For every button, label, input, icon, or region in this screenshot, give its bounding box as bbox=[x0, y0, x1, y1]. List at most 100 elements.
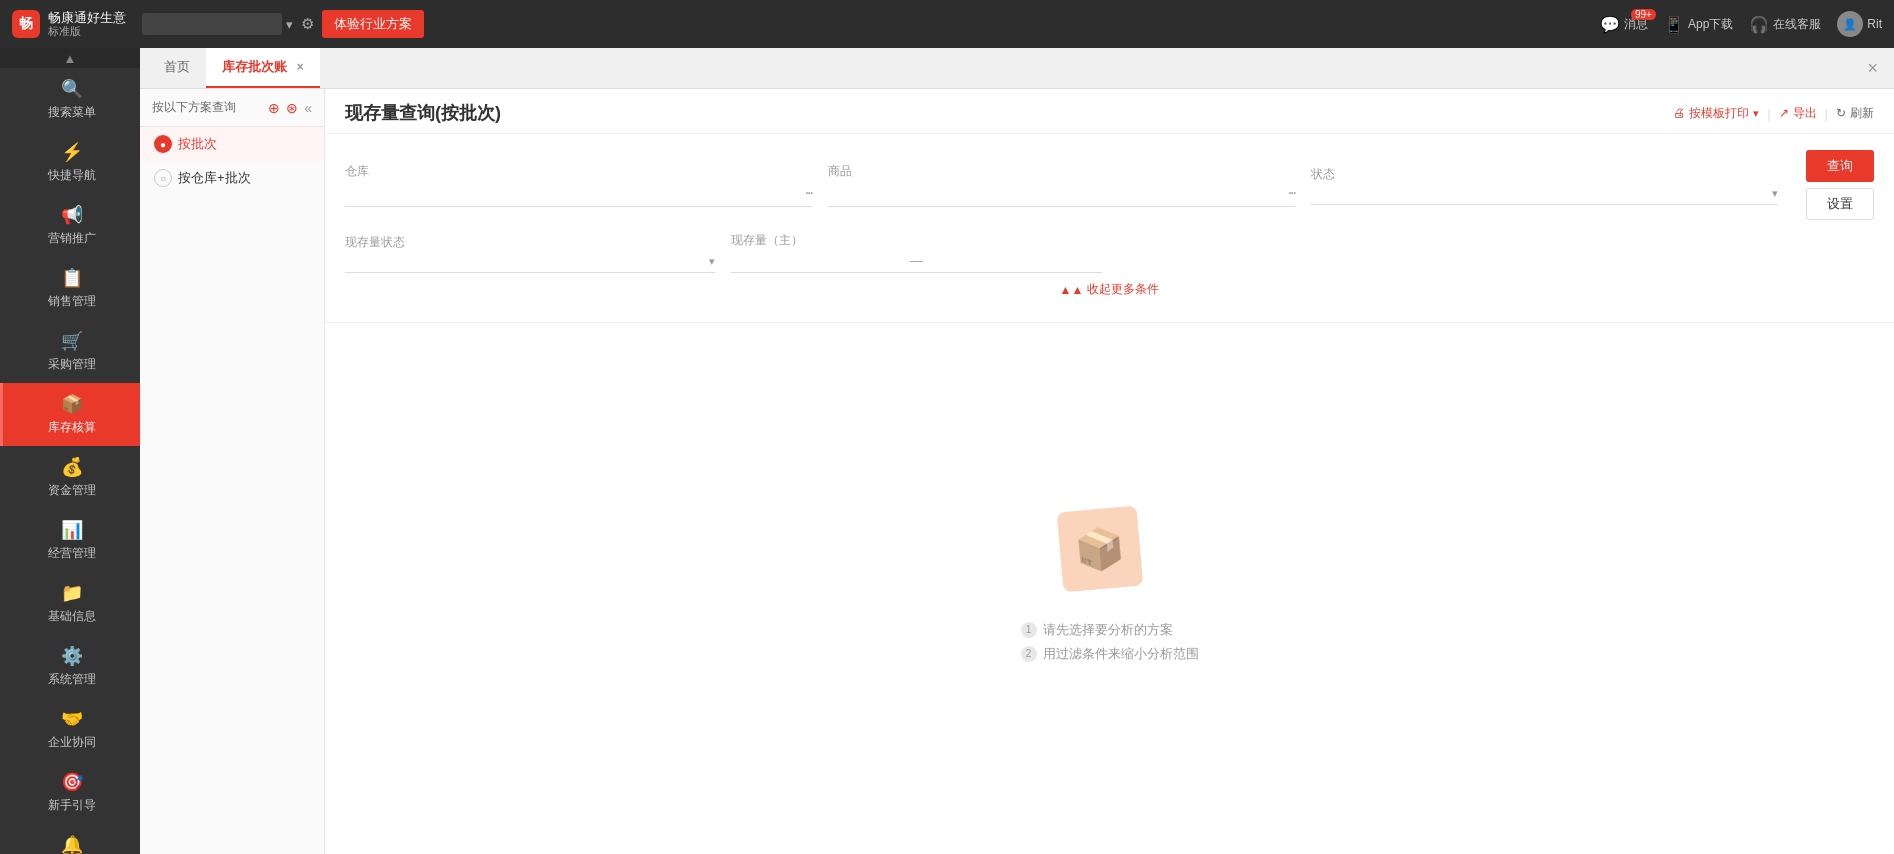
sidebar-item-basics[interactable]: 📁 基础信息 bbox=[0, 572, 140, 635]
app-download-label: App下载 bbox=[1688, 16, 1733, 33]
print-icon: 🖨 bbox=[1673, 106, 1685, 120]
scheme-by-batch[interactable]: ● 按批次 bbox=[140, 127, 324, 161]
inv-status-chevron-icon[interactable]: ▾ bbox=[709, 255, 715, 268]
marketing-icon: 📢 bbox=[61, 204, 83, 226]
search-chevron-icon[interactable]: ▾ bbox=[286, 17, 293, 32]
sidebar-label-purchase: 采购管理 bbox=[48, 356, 96, 373]
status-label: 状态 bbox=[1311, 166, 1778, 183]
topbar: 畅 畅康通好生意 标准版 ▾ ⚙ 体验行业方案 💬 消息 99+ 📱 App下载… bbox=[0, 0, 1894, 48]
experience-btn[interactable]: 体验行业方案 bbox=[322, 10, 424, 38]
sidebar-item-quick-nav[interactable]: ⚡ 快捷导航 bbox=[0, 131, 140, 194]
empty-step-2: 2 用过滤条件来缩小分析范围 bbox=[1021, 645, 1199, 663]
message-icon: 💬 bbox=[1600, 15, 1620, 34]
sidebar-item-app-center[interactable]: 🔔 应用中心 bbox=[0, 824, 140, 854]
empty-box-icon: 📦 bbox=[1056, 505, 1143, 592]
status-filter: 状态 ▾ bbox=[1311, 166, 1778, 205]
tab-close-icon[interactable]: × bbox=[297, 60, 304, 74]
sidebar-item-operations[interactable]: 📊 经营管理 bbox=[0, 509, 140, 572]
user-area[interactable]: 👤 Rit bbox=[1837, 11, 1882, 37]
scheme-by-batch-label: 按批次 bbox=[178, 135, 217, 153]
page-content: 按以下方案查询 ⊕ ⊛ « ● 按批次 ○ 按仓库+批次 bbox=[140, 89, 1894, 854]
main-layout: ▲ 🔍 搜索菜单 ⚡ 快捷导航 📢 营销推广 📋 销售管理 🛒 采购管理 bbox=[0, 48, 1894, 854]
topbar-right: 💬 消息 99+ 📱 App下载 🎧 在线客服 👤 Rit bbox=[1600, 11, 1882, 37]
avatar: 👤 bbox=[1837, 11, 1863, 37]
sidebar-scroll-up[interactable]: ▲ bbox=[0, 48, 140, 68]
print-btn[interactable]: 🖨 按模板打印 ▾ bbox=[1673, 105, 1759, 122]
collapse-up-icon: ▲▲ bbox=[1060, 283, 1084, 297]
app-center-icon: 🔔 bbox=[61, 834, 83, 854]
system-icon: ⚙️ bbox=[61, 645, 83, 667]
left-panel-header: 按以下方案查询 ⊕ ⊛ « bbox=[140, 89, 324, 127]
collapse-filters-btn[interactable]: ▲▲ 收起更多条件 bbox=[345, 273, 1874, 306]
tab-close-all-icon[interactable]: × bbox=[1859, 58, 1886, 79]
action-buttons: 查询 设置 bbox=[1806, 150, 1874, 220]
product-filter: 商品 ··· bbox=[828, 163, 1295, 207]
sidebar-item-search-menu[interactable]: 🔍 搜索菜单 bbox=[0, 68, 140, 131]
sidebar-item-purchase[interactable]: 🛒 采购管理 bbox=[0, 320, 140, 383]
filter-area: 仓库 ··· 商品 ··· bbox=[325, 134, 1894, 323]
online-service-label: 在线客服 bbox=[1773, 16, 1821, 33]
scheme-by-warehouse-batch[interactable]: ○ 按仓库+批次 bbox=[140, 161, 324, 195]
sidebar-item-marketing[interactable]: 📢 营销推广 bbox=[0, 194, 140, 257]
quick-nav-icon: ⚡ bbox=[61, 141, 83, 163]
settings-button[interactable]: 设置 bbox=[1806, 188, 1874, 220]
refresh-btn[interactable]: ↻ 刷新 bbox=[1836, 105, 1874, 122]
tab-home[interactable]: 首页 bbox=[148, 48, 206, 88]
sidebar-label-enterprise: 企业协同 bbox=[48, 734, 96, 751]
content-area: 首页 库存批次账 × × 按以下方案查询 ⊕ ⊛ « bbox=[140, 48, 1894, 854]
print-chevron-icon: ▾ bbox=[1753, 107, 1759, 120]
product-input[interactable] bbox=[828, 186, 1284, 201]
product-label: 商品 bbox=[828, 163, 1295, 180]
export-btn[interactable]: ↗ 导出 bbox=[1779, 105, 1817, 122]
add-scheme-icon[interactable]: ⊕ bbox=[268, 100, 280, 116]
inventory-qty-to[interactable] bbox=[931, 253, 1102, 268]
sidebar-label-operations: 经营管理 bbox=[48, 545, 96, 562]
inventory-qty-filter: 现存量（主） — bbox=[731, 232, 1101, 273]
search-menu-icon: 🔍 bbox=[61, 78, 83, 100]
sidebar-nav: 🔍 搜索菜单 ⚡ 快捷导航 📢 营销推广 📋 销售管理 🛒 采购管理 📦 bbox=[0, 68, 140, 854]
newbie-icon: 🎯 bbox=[61, 771, 83, 793]
topbar-search-input[interactable] bbox=[142, 13, 282, 35]
sidebar-item-finance[interactable]: 💰 资金管理 bbox=[0, 446, 140, 509]
app-logo: 畅 bbox=[12, 10, 40, 38]
warehouse-input[interactable] bbox=[345, 186, 801, 201]
warehouse-more-icon[interactable]: ··· bbox=[805, 184, 812, 202]
inventory-status-filter: 现存量状态 ▾ bbox=[345, 234, 715, 273]
inventory-status-label: 现存量状态 bbox=[345, 234, 715, 251]
step-1-text: 请先选择要分析的方案 bbox=[1043, 621, 1173, 639]
inventory-qty-label: 现存量（主） bbox=[731, 232, 1101, 249]
status-chevron-icon[interactable]: ▾ bbox=[1772, 187, 1778, 200]
export-icon: ↗ bbox=[1779, 106, 1789, 120]
finance-icon: 💰 bbox=[61, 456, 83, 478]
left-panel: 按以下方案查询 ⊕ ⊛ « ● 按批次 ○ 按仓库+批次 bbox=[140, 89, 325, 854]
scheme-settings-icon[interactable]: ⊛ bbox=[286, 100, 298, 116]
empty-steps: 1 请先选择要分析的方案 2 用过滤条件来缩小分析范围 bbox=[1021, 621, 1199, 669]
sidebar-item-sales[interactable]: 📋 销售管理 bbox=[0, 257, 140, 320]
topbar-gear-icon[interactable]: ⚙ bbox=[301, 15, 314, 33]
tab-bar: 首页 库存批次账 × × bbox=[140, 48, 1894, 89]
step-1-num: 1 bbox=[1021, 622, 1037, 638]
app-download-btn[interactable]: 📱 App下载 bbox=[1664, 15, 1733, 34]
mobile-icon: 📱 bbox=[1664, 15, 1684, 34]
left-panel-collapse-icon[interactable]: « bbox=[304, 100, 312, 116]
product-more-icon[interactable]: ··· bbox=[1288, 184, 1295, 202]
messages-badge: 99+ bbox=[1631, 9, 1656, 20]
step-2-text: 用过滤条件来缩小分析范围 bbox=[1043, 645, 1199, 663]
inventory-qty-from[interactable] bbox=[731, 253, 902, 268]
scheme-inactive-icon: ○ bbox=[154, 169, 172, 187]
empty-state: 📦 1 请先选择要分析的方案 2 用过滤条件来缩小分析范围 bbox=[325, 323, 1894, 854]
tab-inventory-batch[interactable]: 库存批次账 × bbox=[206, 48, 320, 88]
sidebar-item-system[interactable]: ⚙️ 系统管理 bbox=[0, 635, 140, 698]
sidebar-item-enterprise[interactable]: 🤝 企业协同 bbox=[0, 698, 140, 761]
messages-btn[interactable]: 💬 消息 99+ bbox=[1600, 15, 1648, 34]
inventory-icon: 📦 bbox=[61, 393, 83, 415]
query-button[interactable]: 查询 bbox=[1806, 150, 1874, 182]
right-panel: 现存量查询(按批次) 🖨 按模板打印 ▾ | ↗ 导出 | bbox=[325, 89, 1894, 854]
sidebar-label-finance: 资金管理 bbox=[48, 482, 96, 499]
sidebar-label-quick-nav: 快捷导航 bbox=[48, 167, 96, 184]
page-header: 现存量查询(按批次) 🖨 按模板打印 ▾ | ↗ 导出 | bbox=[325, 89, 1894, 134]
sidebar-item-newbie[interactable]: 🎯 新手引导 bbox=[0, 761, 140, 824]
online-service-btn[interactable]: 🎧 在线客服 bbox=[1749, 15, 1821, 34]
enterprise-icon: 🤝 bbox=[61, 708, 83, 730]
sidebar-item-inventory[interactable]: 📦 库存核算 bbox=[0, 383, 140, 446]
